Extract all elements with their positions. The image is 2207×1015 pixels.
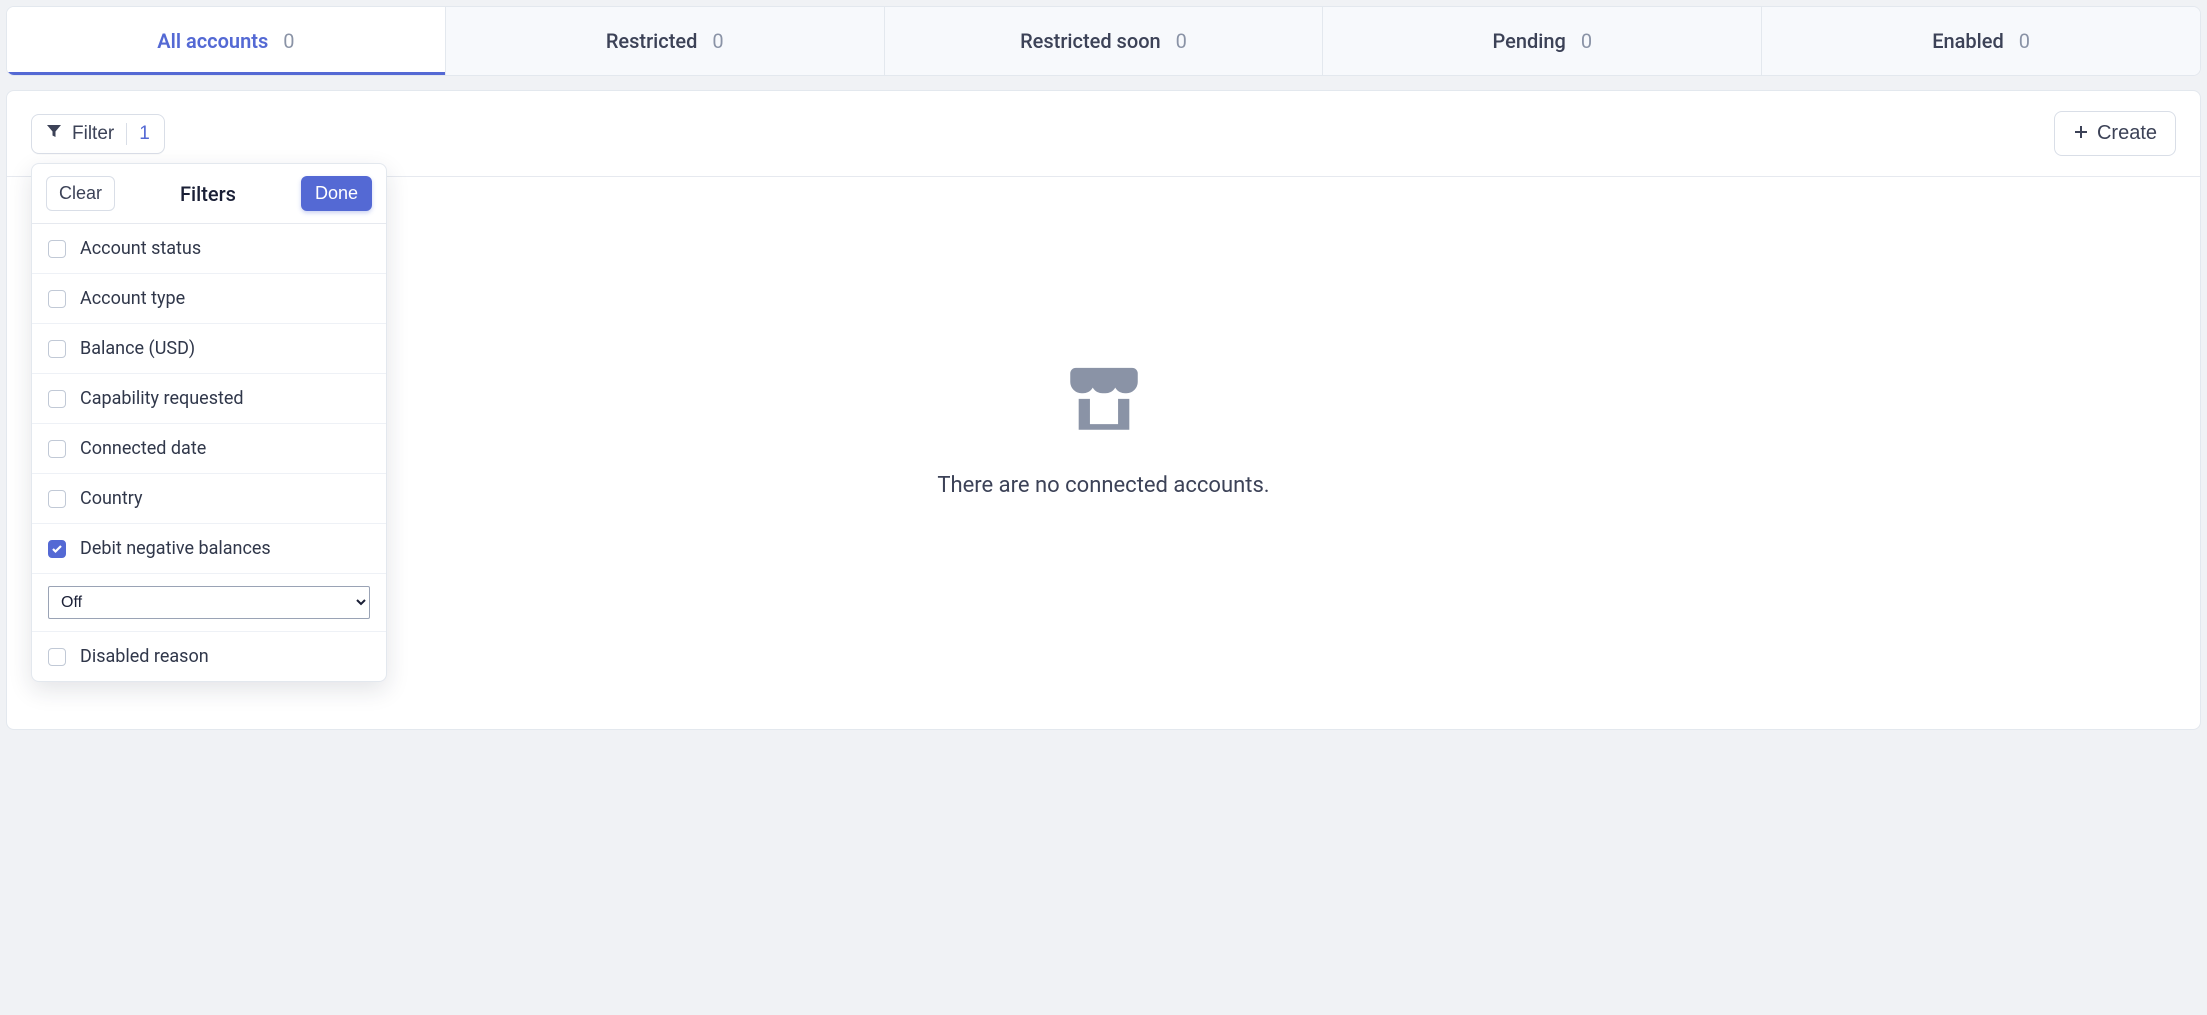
checkbox-icon[interactable] — [48, 490, 66, 508]
tab-count: 0 — [1581, 29, 1592, 53]
filter-option-debit-negative-balances[interactable]: Debit negative balances — [32, 524, 386, 574]
filters-popover-title: Filters — [115, 182, 301, 206]
filter-option-label: Account type — [80, 288, 185, 309]
filter-option-label: Debit negative balances — [80, 538, 271, 559]
filter-option-label: Disabled reason — [80, 646, 209, 667]
tab-count: 0 — [712, 29, 723, 53]
tab-label: Enabled — [1932, 29, 2004, 53]
tab-pending[interactable]: Pending 0 — [1323, 7, 1762, 75]
content-panel: Filter 1 Create Clear Filters Done Accou… — [6, 90, 2201, 730]
create-button-label: Create — [2097, 122, 2157, 145]
tab-label: Restricted soon — [1020, 29, 1161, 53]
account-tabs: All accounts 0 Restricted 0 Restricted s… — [6, 6, 2201, 76]
store-icon — [1059, 351, 1149, 445]
checkbox-icon[interactable] — [48, 440, 66, 458]
filter-option-label: Account status — [80, 238, 201, 259]
filter-option-account-status[interactable]: Account status — [32, 224, 386, 274]
checkbox-icon[interactable] — [48, 648, 66, 666]
filter-option-connected-date[interactable]: Connected date — [32, 424, 386, 474]
filter-option-disabled-reason[interactable]: Disabled reason — [32, 632, 386, 681]
filter-option-label: Balance (USD) — [80, 338, 195, 359]
clear-filters-button[interactable]: Clear — [46, 176, 115, 211]
filter-option-label: Country — [80, 488, 143, 509]
filter-option-label: Connected date — [80, 438, 206, 459]
checkbox-icon[interactable] — [48, 540, 66, 558]
checkbox-icon[interactable] — [48, 390, 66, 408]
filter-option-label: Capability requested — [80, 388, 244, 409]
filters-popover-header: Clear Filters Done — [32, 164, 386, 224]
filter-option-capability-requested[interactable]: Capability requested — [32, 374, 386, 424]
filter-select-row: Off — [32, 574, 386, 632]
checkbox-icon[interactable] — [48, 240, 66, 258]
tab-enabled[interactable]: Enabled 0 — [1762, 7, 2200, 75]
filter-option-country[interactable]: Country — [32, 474, 386, 524]
tab-count: 0 — [283, 29, 294, 53]
filter-button[interactable]: Filter 1 — [31, 114, 165, 154]
create-button[interactable]: Create — [2054, 111, 2176, 156]
tab-count: 0 — [2019, 29, 2030, 53]
filter-button-label: Filter — [72, 123, 114, 145]
tab-all-accounts[interactable]: All accounts 0 — [7, 7, 446, 75]
debit-negative-balances-select[interactable]: Off — [48, 586, 370, 619]
filter-option-account-type[interactable]: Account type — [32, 274, 386, 324]
tab-label: All accounts — [157, 29, 268, 53]
filter-option-balance-usd[interactable]: Balance (USD) — [32, 324, 386, 374]
tab-restricted-soon[interactable]: Restricted soon 0 — [885, 7, 1324, 75]
checkbox-icon[interactable] — [48, 340, 66, 358]
tab-label: Restricted — [606, 29, 698, 53]
tab-restricted[interactable]: Restricted 0 — [446, 7, 885, 75]
tab-count: 0 — [1176, 29, 1187, 53]
filter-count-badge: 1 — [126, 123, 150, 145]
tab-label: Pending — [1493, 29, 1566, 53]
done-filters-button[interactable]: Done — [301, 176, 372, 211]
filter-icon — [46, 123, 62, 145]
checkbox-icon[interactable] — [48, 290, 66, 308]
filters-popover: Clear Filters Done Account status Accoun… — [31, 163, 387, 682]
plus-icon — [2073, 124, 2089, 144]
